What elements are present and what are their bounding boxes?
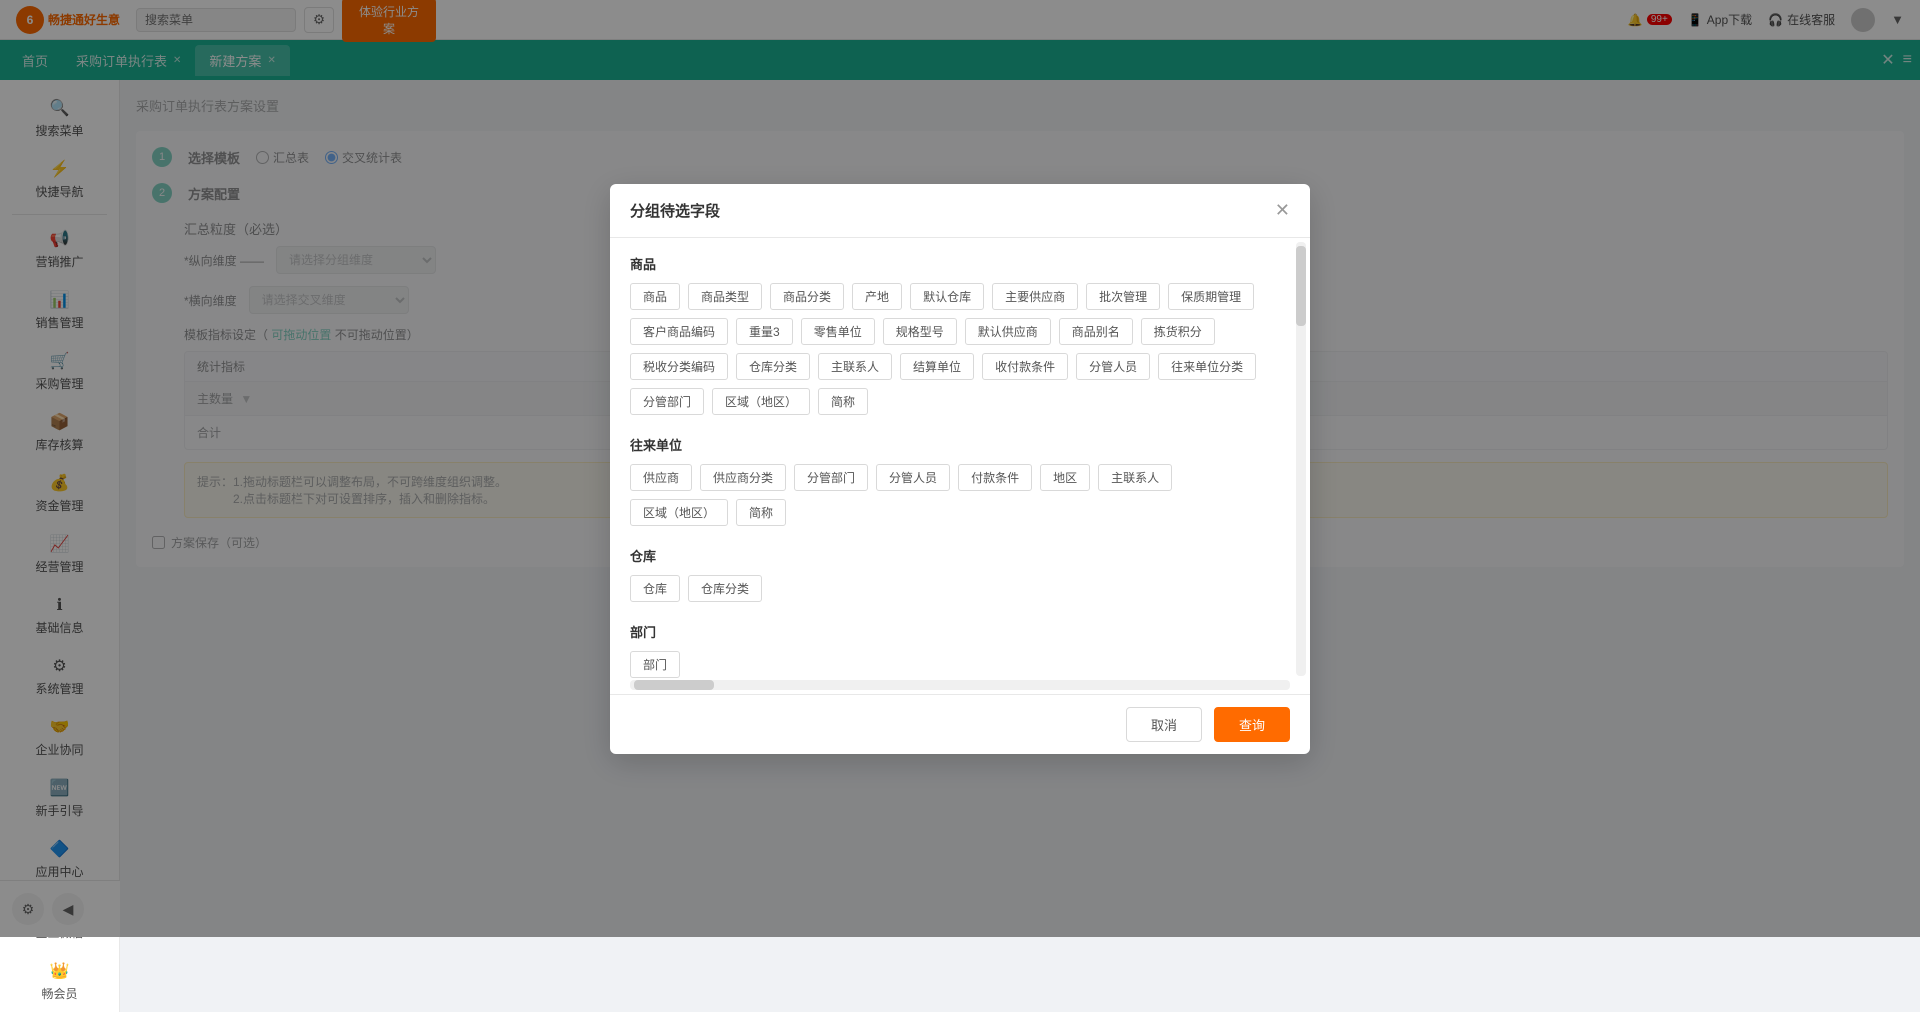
modal-close-btn[interactable]: ✕ — [1275, 201, 1290, 219]
modal-body: 商品 商品 商品类型 商品分类 产地 默认仓库 主要供应商 批次管理 保质期管理… — [610, 238, 1296, 680]
field-tag-payment-cond[interactable]: 付款条件 — [958, 464, 1032, 491]
field-tag-warehouse[interactable]: 仓库 — [630, 575, 680, 602]
field-tag-warehouse-cat[interactable]: 仓库分类 — [736, 353, 810, 380]
field-tag-abbr-product[interactable]: 简称 — [818, 388, 868, 415]
field-tag-product-alias[interactable]: 商品别名 — [1059, 318, 1133, 345]
field-tag-warehouse-category[interactable]: 仓库分类 — [688, 575, 762, 602]
section-partner: 往来单位 供应商 供应商分类 分管部门 分管人员 付款条件 地区 主联系人 区域… — [630, 435, 1276, 526]
section-department: 部门 部门 — [630, 622, 1276, 678]
modal-body-wrapper: 商品 商品 商品类型 商品分类 产地 默认仓库 主要供应商 批次管理 保质期管理… — [610, 238, 1310, 680]
modal-footer: 取消 查询 — [610, 694, 1310, 754]
partner-fields: 供应商 供应商分类 分管部门 分管人员 付款条件 地区 主联系人 区域（地区） … — [630, 464, 1276, 526]
field-tag-district[interactable]: 地区 — [1040, 464, 1090, 491]
section-warehouse-title: 仓库 — [630, 546, 1276, 565]
field-tag-main-supplier[interactable]: 主要供应商 — [992, 283, 1078, 310]
modal-hscrollbar[interactable] — [630, 680, 1290, 690]
field-tag-customer-code[interactable]: 客户商品编码 — [630, 318, 728, 345]
field-tag-region-product[interactable]: 区域（地区） — [712, 388, 810, 415]
field-tag-product-category[interactable]: 商品分类 — [770, 283, 844, 310]
section-dept-title: 部门 — [630, 622, 1276, 641]
field-tag-partner-dept[interactable]: 分管部门 — [794, 464, 868, 491]
modal-header: 分组待选字段 ✕ — [610, 184, 1310, 238]
modal-title: 分组待选字段 — [630, 200, 720, 221]
confirm-button[interactable]: 查询 — [1214, 707, 1290, 742]
field-tag-dept[interactable]: 分管部门 — [630, 388, 704, 415]
product-fields: 商品 商品类型 商品分类 产地 默认仓库 主要供应商 批次管理 保质期管理 客户… — [630, 283, 1276, 415]
field-tag-supervisor[interactable]: 分管人员 — [1076, 353, 1150, 380]
sidebar-label-member: 畅会员 — [41, 985, 77, 1002]
member-icon: 👑 — [50, 961, 70, 981]
field-tag-pick-score[interactable]: 拣货积分 — [1141, 318, 1215, 345]
cancel-button[interactable]: 取消 — [1126, 707, 1202, 742]
field-tag-spec-model[interactable]: 规格型号 — [883, 318, 957, 345]
field-tag-main-contact[interactable]: 主联系人 — [818, 353, 892, 380]
field-tag-origin[interactable]: 产地 — [852, 283, 902, 310]
field-tag-batch-mgmt[interactable]: 批次管理 — [1086, 283, 1160, 310]
section-warehouse: 仓库 仓库 仓库分类 — [630, 546, 1276, 602]
field-tag-default-supplier[interactable]: 默认供应商 — [965, 318, 1051, 345]
field-tag-supplier-cat[interactable]: 供应商分类 — [700, 464, 786, 491]
field-tag-retail-unit[interactable]: 零售单位 — [801, 318, 875, 345]
field-tag-partner-contact[interactable]: 主联系人 — [1098, 464, 1172, 491]
section-product: 商品 商品 商品类型 商品分类 产地 默认仓库 主要供应商 批次管理 保质期管理… — [630, 254, 1276, 415]
sidebar-item-member[interactable]: 👑 畅会员 — [0, 951, 119, 1012]
field-selection-modal: 分组待选字段 ✕ 商品 商品 商品类型 商品分类 产地 默认仓库 主要供应商 — [610, 184, 1310, 754]
field-tag-weight3[interactable]: 重量3 — [736, 318, 793, 345]
field-tag-region-partner[interactable]: 区域（地区） — [630, 499, 728, 526]
field-tag-product-type[interactable]: 商品类型 — [688, 283, 762, 310]
field-tag-supplier[interactable]: 供应商 — [630, 464, 692, 491]
field-tag-product[interactable]: 商品 — [630, 283, 680, 310]
field-tag-partner-cat[interactable]: 往来单位分类 — [1158, 353, 1256, 380]
dept-fields: 部门 — [630, 651, 1276, 678]
section-partner-title: 往来单位 — [630, 435, 1276, 454]
field-tag-payment-terms[interactable]: 收付款条件 — [982, 353, 1068, 380]
modal-vscrollbar-thumb — [1296, 246, 1306, 326]
field-tag-settlement-unit[interactable]: 结算单位 — [900, 353, 974, 380]
field-tag-default-warehouse[interactable]: 默认仓库 — [910, 283, 984, 310]
field-tag-abbr-partner[interactable]: 简称 — [736, 499, 786, 526]
section-product-title: 商品 — [630, 254, 1276, 273]
field-tag-expiry[interactable]: 保质期管理 — [1168, 283, 1254, 310]
field-tag-department[interactable]: 部门 — [630, 651, 680, 678]
modal-hscrollbar-thumb — [634, 680, 714, 690]
modal-overlay: 分组待选字段 ✕ 商品 商品 商品类型 商品分类 产地 默认仓库 主要供应商 — [0, 0, 1920, 937]
modal-vscrollbar[interactable] — [1296, 242, 1306, 676]
warehouse-fields: 仓库 仓库分类 — [630, 575, 1276, 602]
field-tag-partner-person[interactable]: 分管人员 — [876, 464, 950, 491]
field-tag-tax-code[interactable]: 税收分类编码 — [630, 353, 728, 380]
